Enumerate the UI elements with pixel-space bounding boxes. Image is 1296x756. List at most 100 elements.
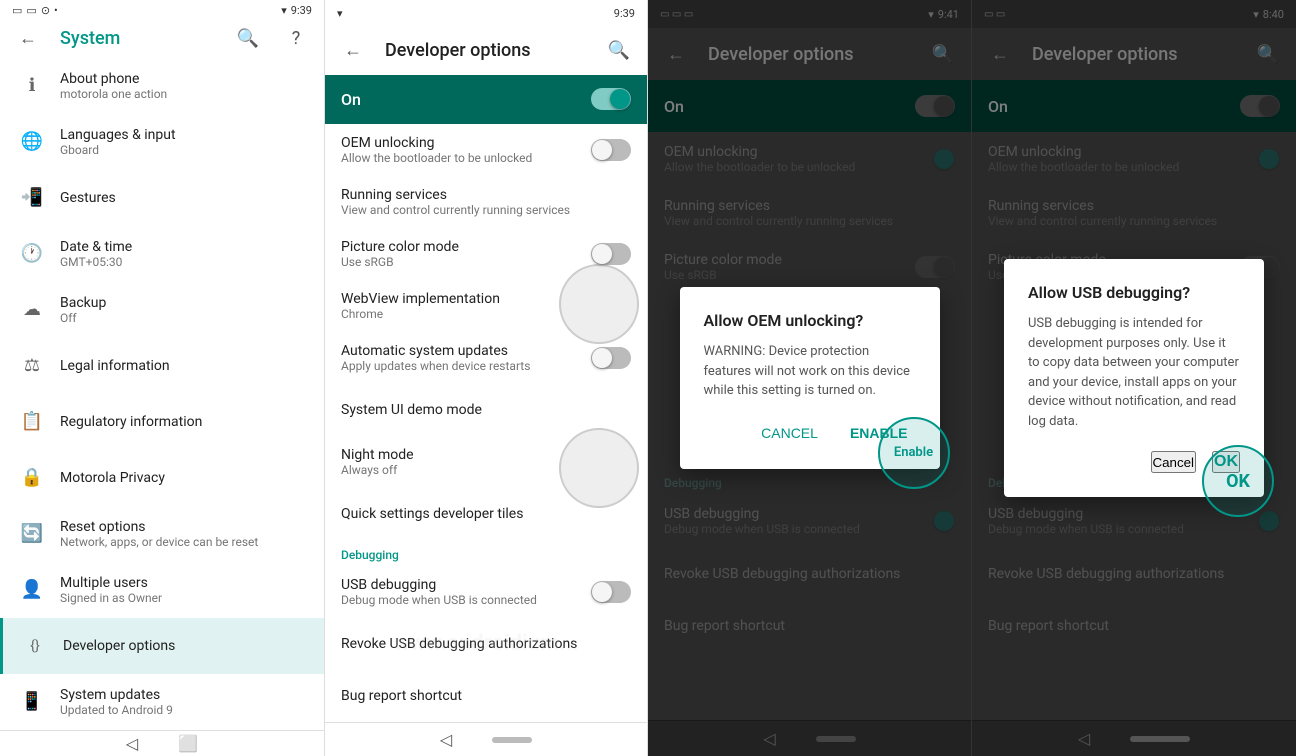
back-nav-btn-2[interactable]: ◁ — [440, 730, 452, 749]
oem-highlight-circle — [559, 264, 639, 344]
system-panel: ▭ ▭ ⊙ • ▾ 9:39 ← System 🔍 ? ℹ About phon… — [0, 0, 325, 756]
help-button-1[interactable]: ? — [280, 23, 312, 55]
privacy-icon: 🔒 — [16, 462, 48, 494]
developer-title: Developer options — [63, 638, 308, 654]
legal-title: Legal information — [60, 358, 308, 374]
system-icon: 📱 — [16, 686, 48, 718]
oem-unlocking-item[interactable]: OEM unlocking Allow the bootloader to be… — [325, 124, 647, 176]
about-phone-title: About phone — [60, 71, 308, 87]
auto-updates-toggle[interactable] — [591, 347, 631, 369]
oem-sub: Allow the bootloader to be unlocked — [341, 151, 532, 165]
nav-item-regulatory[interactable]: 📋 Regulatory information — [0, 394, 324, 450]
legal-icon: ⚖ — [16, 350, 48, 382]
developer-toggle[interactable] — [591, 88, 631, 110]
search-button-2[interactable]: 🔍 — [603, 35, 635, 67]
nav-item-motorola-privacy[interactable]: 🔒 Motorola Privacy — [0, 450, 324, 506]
enable-circle-text: Enable — [894, 445, 933, 460]
usb-cancel-button[interactable]: Cancel — [1151, 451, 1197, 473]
regulatory-title: Regulatory information — [60, 414, 308, 430]
system-updates-sub: Updated to Android 9 — [60, 703, 308, 717]
reset-title: Reset options — [60, 519, 308, 535]
nav-item-gestures[interactable]: 📲 Gestures — [0, 170, 324, 226]
quick-settings-title: Quick settings developer tiles — [341, 506, 523, 522]
nav-item-backup[interactable]: ☁ Backup Off — [0, 282, 324, 338]
developer-icon: {} — [19, 630, 51, 662]
page-title-2: Developer options — [385, 40, 587, 61]
running-services-item[interactable]: Running services View and control curren… — [325, 176, 647, 228]
clock-icon: 🕐 — [16, 238, 48, 270]
oem-toggle[interactable] — [591, 139, 631, 161]
usb-dialog-title: Allow USB debugging? — [1028, 283, 1240, 302]
auto-updates-sub: Apply updates when device restarts — [341, 359, 530, 373]
webview-sub: Chrome — [341, 307, 500, 321]
status-icons-right: ▾ 9:39 — [281, 4, 312, 17]
toolbar-2: ← Developer options 🔍 — [325, 26, 647, 75]
nav-bar-2: ◁ — [325, 722, 647, 756]
status-bar-2: ▾ 9:39 — [325, 0, 647, 26]
time-display-1: 9:39 — [291, 4, 312, 17]
night-mode-title: Night mode — [341, 447, 414, 463]
oem-dialog-body: WARNING: Device protection features will… — [704, 342, 916, 401]
oem-title: OEM unlocking — [341, 135, 532, 151]
status-icons-left: ▭ ▭ ⊙ • — [12, 4, 58, 17]
picture-color-sub: Use sRGB — [341, 255, 459, 269]
regulatory-icon: 📋 — [16, 406, 48, 438]
oem-dialog-overlay[interactable]: Allow OEM unlocking? WARNING: Device pro… — [648, 0, 971, 756]
back-button-1[interactable]: ← — [12, 23, 44, 55]
about-phone-sub: motorola one action — [60, 87, 308, 101]
nav-item-reset[interactable]: 🔄 Reset options Network, apps, or device… — [0, 506, 324, 562]
enable-circle: Enable — [878, 417, 950, 489]
bug-report-title: Bug report shortcut — [341, 688, 462, 704]
motorola-privacy-title: Motorola Privacy — [60, 470, 308, 486]
nav-item-date-time[interactable]: 🕐 Date & time GMT+05:30 — [0, 226, 324, 282]
webview-title: WebView implementation — [341, 291, 500, 307]
revoke-usb-item[interactable]: Revoke USB debugging authorizations — [325, 618, 647, 670]
languages-sub: Gboard — [60, 143, 308, 157]
wifi-icon-2: ▾ — [337, 7, 343, 20]
usb-debugging-item[interactable]: USB debugging Debug mode when USB is con… — [325, 566, 647, 618]
back-nav-btn[interactable]: ◁ — [126, 734, 138, 753]
toolbar-1: ← System 🔍 ? — [0, 20, 324, 58]
users-icon: 👤 — [16, 574, 48, 606]
usb-highlight-circle — [559, 428, 639, 508]
info-icon: ℹ — [16, 70, 48, 102]
date-time-sub: GMT+05:30 — [60, 255, 308, 269]
nav-item-system-updates[interactable]: 📱 System updates Updated to Android 9 — [0, 674, 324, 730]
nav-item-multiple-users[interactable]: 👤 Multiple users Signed in as Owner — [0, 562, 324, 618]
globe-icon: 🌐 — [16, 126, 48, 158]
ok-circle: OK — [1202, 445, 1274, 517]
multiple-users-sub: Signed in as Owner — [60, 591, 308, 605]
usb-debugging-title: USB debugging — [341, 577, 537, 593]
reset-icon: 🔄 — [16, 518, 48, 550]
page-title-1: System — [60, 28, 216, 49]
usb-debugging-toggle[interactable] — [591, 581, 631, 603]
file-icon: ▭ — [26, 4, 36, 17]
nav-item-languages[interactable]: 🌐 Languages & input Gboard — [0, 114, 324, 170]
back-button-2[interactable]: ← — [337, 35, 369, 67]
search-button-1[interactable]: 🔍 — [232, 23, 264, 55]
gestures-icon: 📲 — [16, 182, 48, 214]
home-nav-btn[interactable]: ⬜ — [178, 734, 198, 753]
on-label: On — [341, 90, 361, 109]
bug-report-item[interactable]: Bug report shortcut — [325, 670, 647, 722]
ok-circle-text: OK — [1226, 471, 1250, 492]
night-mode-sub: Always off — [341, 463, 414, 477]
backup-title: Backup — [60, 295, 308, 311]
oem-cancel-button[interactable]: Cancel — [753, 421, 826, 445]
auto-updates-title: Automatic system updates — [341, 343, 530, 359]
home-pill[interactable] — [492, 737, 532, 743]
nav-item-legal[interactable]: ⚖ Legal information — [0, 338, 324, 394]
gestures-title: Gestures — [60, 190, 308, 206]
developer-header: On — [325, 75, 647, 124]
backup-sub: Off — [60, 311, 308, 325]
nav-item-developer[interactable]: {} Developer options — [0, 618, 324, 674]
languages-title: Languages & input — [60, 127, 308, 143]
usb-dialog-overlay[interactable]: Allow USB debugging? USB debugging is in… — [972, 0, 1296, 756]
running-services-title: Running services — [341, 187, 570, 203]
oem-dialog: Allow OEM unlocking? WARNING: Device pro… — [680, 287, 940, 469]
revoke-usb-title: Revoke USB debugging authorizations — [341, 636, 577, 652]
system-ui-demo-title: System UI demo mode — [341, 402, 482, 418]
picture-color-toggle[interactable] — [591, 243, 631, 265]
sd-icon: ▭ — [12, 4, 22, 17]
nav-item-about-phone[interactable]: ℹ About phone motorola one action — [0, 58, 324, 114]
